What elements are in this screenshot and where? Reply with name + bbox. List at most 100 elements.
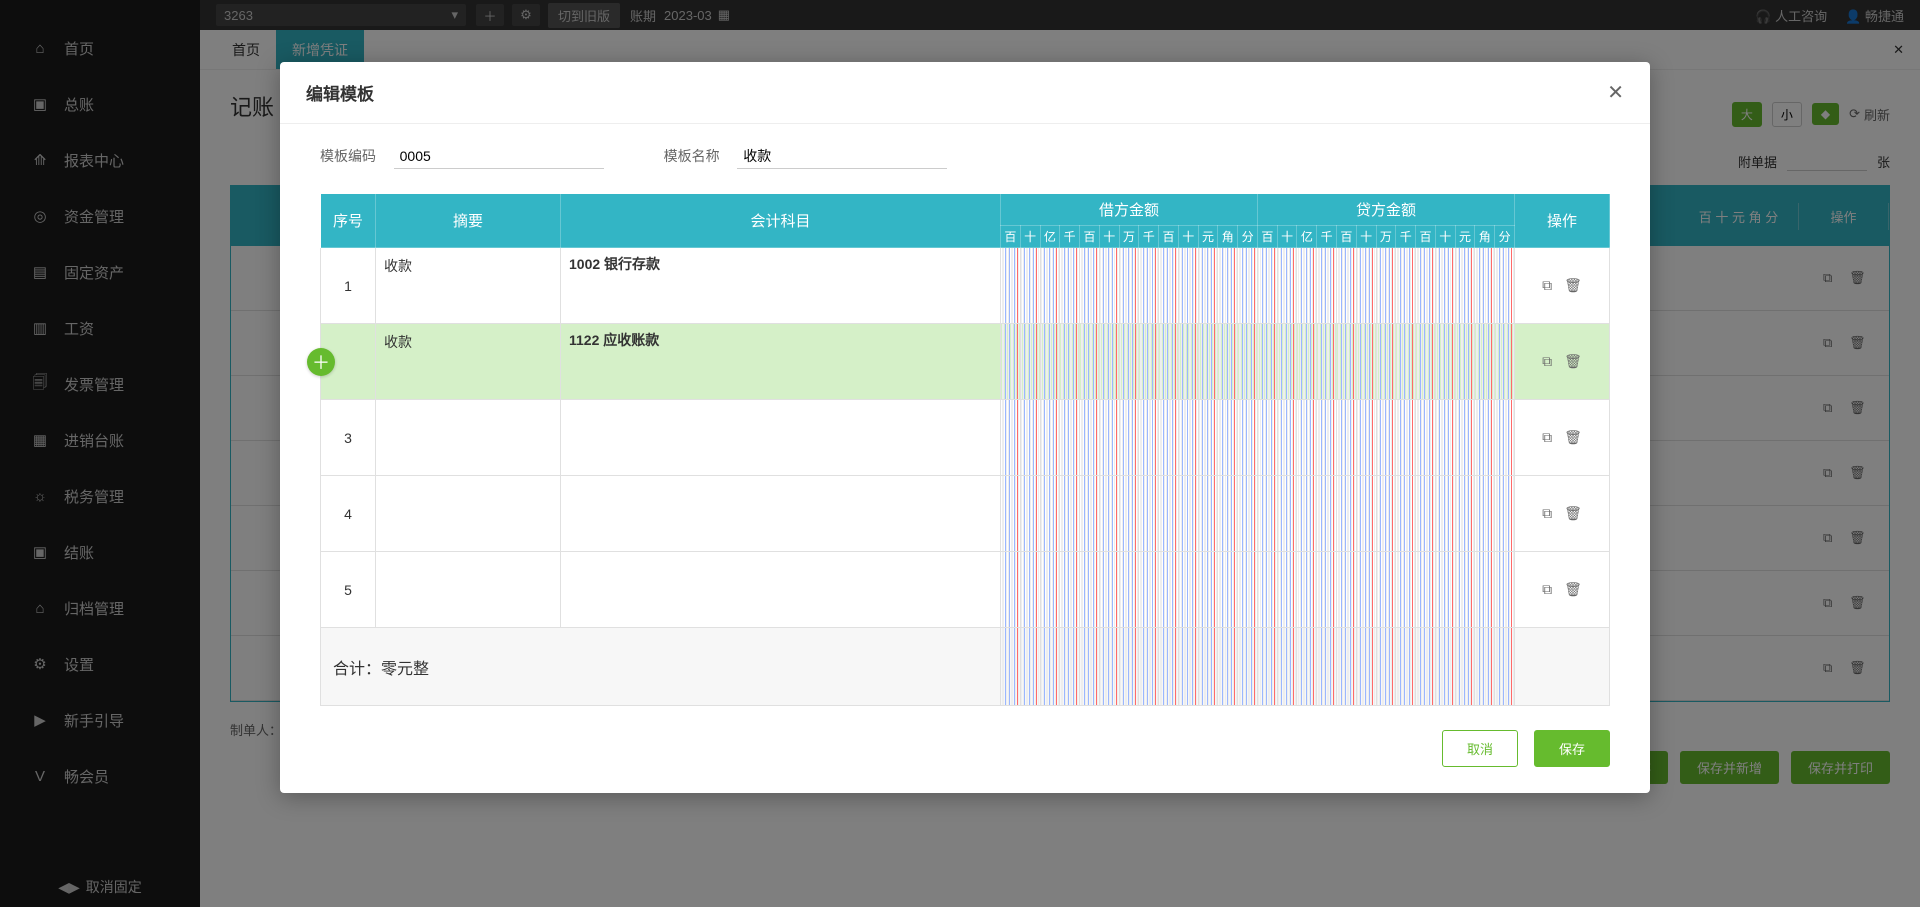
debit-digit[interactable] — [1218, 400, 1238, 476]
credit-digit[interactable] — [1376, 248, 1396, 324]
debit-digit[interactable] — [1040, 324, 1060, 400]
debit-digit[interactable] — [1238, 476, 1258, 552]
debit-digit[interactable] — [1159, 400, 1179, 476]
credit-digit[interactable] — [1317, 400, 1337, 476]
debit-digit[interactable] — [1080, 476, 1100, 552]
debit-digit[interactable] — [1060, 324, 1080, 400]
credit-digit[interactable] — [1416, 248, 1436, 324]
credit-digit[interactable] — [1416, 324, 1436, 400]
account-cell[interactable] — [561, 552, 1001, 628]
credit-digit[interactable] — [1416, 400, 1436, 476]
debit-digit[interactable] — [1099, 324, 1119, 400]
credit-digit[interactable] — [1435, 552, 1455, 628]
debit-digit[interactable] — [1001, 476, 1021, 552]
debit-digit[interactable] — [1119, 248, 1139, 324]
credit-digit[interactable] — [1297, 324, 1317, 400]
debit-digit[interactable] — [1178, 476, 1198, 552]
credit-digit[interactable] — [1257, 324, 1277, 400]
credit-digit[interactable] — [1317, 476, 1337, 552]
debit-digit[interactable] — [1040, 476, 1060, 552]
debit-digit[interactable] — [1001, 400, 1021, 476]
credit-digit[interactable] — [1376, 476, 1396, 552]
template-name-input[interactable] — [737, 144, 947, 169]
debit-digit[interactable] — [1218, 476, 1238, 552]
debit-digit[interactable] — [1119, 476, 1139, 552]
delete-icon[interactable]: 🗑 — [1564, 505, 1582, 522]
credit-digit[interactable] — [1475, 324, 1495, 400]
delete-icon[interactable]: 🗑 — [1564, 277, 1582, 294]
credit-digit[interactable] — [1376, 324, 1396, 400]
debit-digit[interactable] — [1139, 476, 1159, 552]
debit-digit[interactable] — [1060, 552, 1080, 628]
table-row[interactable]: 5⧉🗑 — [321, 552, 1610, 628]
debit-digit[interactable] — [1159, 324, 1179, 400]
credit-digit[interactable] — [1257, 400, 1277, 476]
credit-digit[interactable] — [1475, 248, 1495, 324]
credit-digit[interactable] — [1416, 476, 1436, 552]
debit-digit[interactable] — [1198, 248, 1218, 324]
debit-digit[interactable] — [1198, 324, 1218, 400]
credit-digit[interactable] — [1257, 476, 1277, 552]
credit-digit[interactable] — [1277, 324, 1297, 400]
debit-digit[interactable] — [1020, 400, 1040, 476]
debit-digit[interactable] — [1198, 552, 1218, 628]
credit-digit[interactable] — [1257, 552, 1277, 628]
credit-digit[interactable] — [1277, 476, 1297, 552]
debit-digit[interactable] — [1099, 476, 1119, 552]
table-row[interactable]: 3⧉🗑 — [321, 400, 1610, 476]
debit-digit[interactable] — [1218, 248, 1238, 324]
debit-digit[interactable] — [1040, 248, 1060, 324]
debit-digit[interactable] — [1040, 552, 1060, 628]
debit-digit[interactable] — [1080, 324, 1100, 400]
credit-digit[interactable] — [1396, 552, 1416, 628]
debit-digit[interactable] — [1159, 552, 1179, 628]
debit-digit[interactable] — [1178, 552, 1198, 628]
debit-digit[interactable] — [1119, 400, 1139, 476]
credit-digit[interactable] — [1356, 248, 1376, 324]
table-row[interactable]: ＋收款1122 应收账款⧉🗑 — [321, 324, 1610, 400]
credit-digit[interactable] — [1317, 552, 1337, 628]
modal-close-button[interactable]: ✕ — [1607, 83, 1624, 103]
save-button[interactable]: 保存 — [1534, 730, 1610, 767]
debit-digit[interactable] — [1238, 400, 1258, 476]
credit-digit[interactable] — [1356, 552, 1376, 628]
table-row[interactable]: 4⧉🗑 — [321, 476, 1610, 552]
credit-digit[interactable] — [1435, 400, 1455, 476]
credit-digit[interactable] — [1396, 476, 1416, 552]
credit-digit[interactable] — [1495, 552, 1515, 628]
credit-digit[interactable] — [1317, 248, 1337, 324]
debit-digit[interactable] — [1119, 552, 1139, 628]
copy-icon[interactable]: ⧉ — [1542, 505, 1552, 522]
credit-digit[interactable] — [1297, 476, 1317, 552]
credit-digit[interactable] — [1277, 400, 1297, 476]
credit-digit[interactable] — [1257, 248, 1277, 324]
debit-digit[interactable] — [1178, 248, 1198, 324]
debit-digit[interactable] — [1178, 324, 1198, 400]
credit-digit[interactable] — [1495, 248, 1515, 324]
credit-digit[interactable] — [1337, 248, 1357, 324]
debit-digit[interactable] — [1139, 248, 1159, 324]
summary-cell[interactable] — [376, 552, 561, 628]
debit-digit[interactable] — [1020, 552, 1040, 628]
copy-icon[interactable]: ⧉ — [1542, 429, 1552, 446]
debit-digit[interactable] — [1238, 248, 1258, 324]
credit-digit[interactable] — [1455, 400, 1475, 476]
credit-digit[interactable] — [1297, 248, 1317, 324]
copy-icon[interactable]: ⧉ — [1542, 581, 1552, 598]
credit-digit[interactable] — [1416, 552, 1436, 628]
delete-icon[interactable]: 🗑 — [1564, 581, 1582, 598]
copy-icon[interactable]: ⧉ — [1542, 353, 1552, 370]
debit-digit[interactable] — [1001, 248, 1021, 324]
credit-digit[interactable] — [1435, 476, 1455, 552]
account-cell[interactable]: 1002 银行存款 — [561, 248, 1001, 324]
account-cell[interactable]: 1122 应收账款 — [561, 324, 1001, 400]
credit-digit[interactable] — [1475, 552, 1495, 628]
debit-digit[interactable] — [1020, 248, 1040, 324]
credit-digit[interactable] — [1376, 400, 1396, 476]
summary-cell[interactable] — [376, 400, 561, 476]
credit-digit[interactable] — [1356, 476, 1376, 552]
cancel-button[interactable]: 取消 — [1442, 730, 1518, 767]
credit-digit[interactable] — [1337, 400, 1357, 476]
debit-digit[interactable] — [1020, 476, 1040, 552]
debit-digit[interactable] — [1001, 324, 1021, 400]
